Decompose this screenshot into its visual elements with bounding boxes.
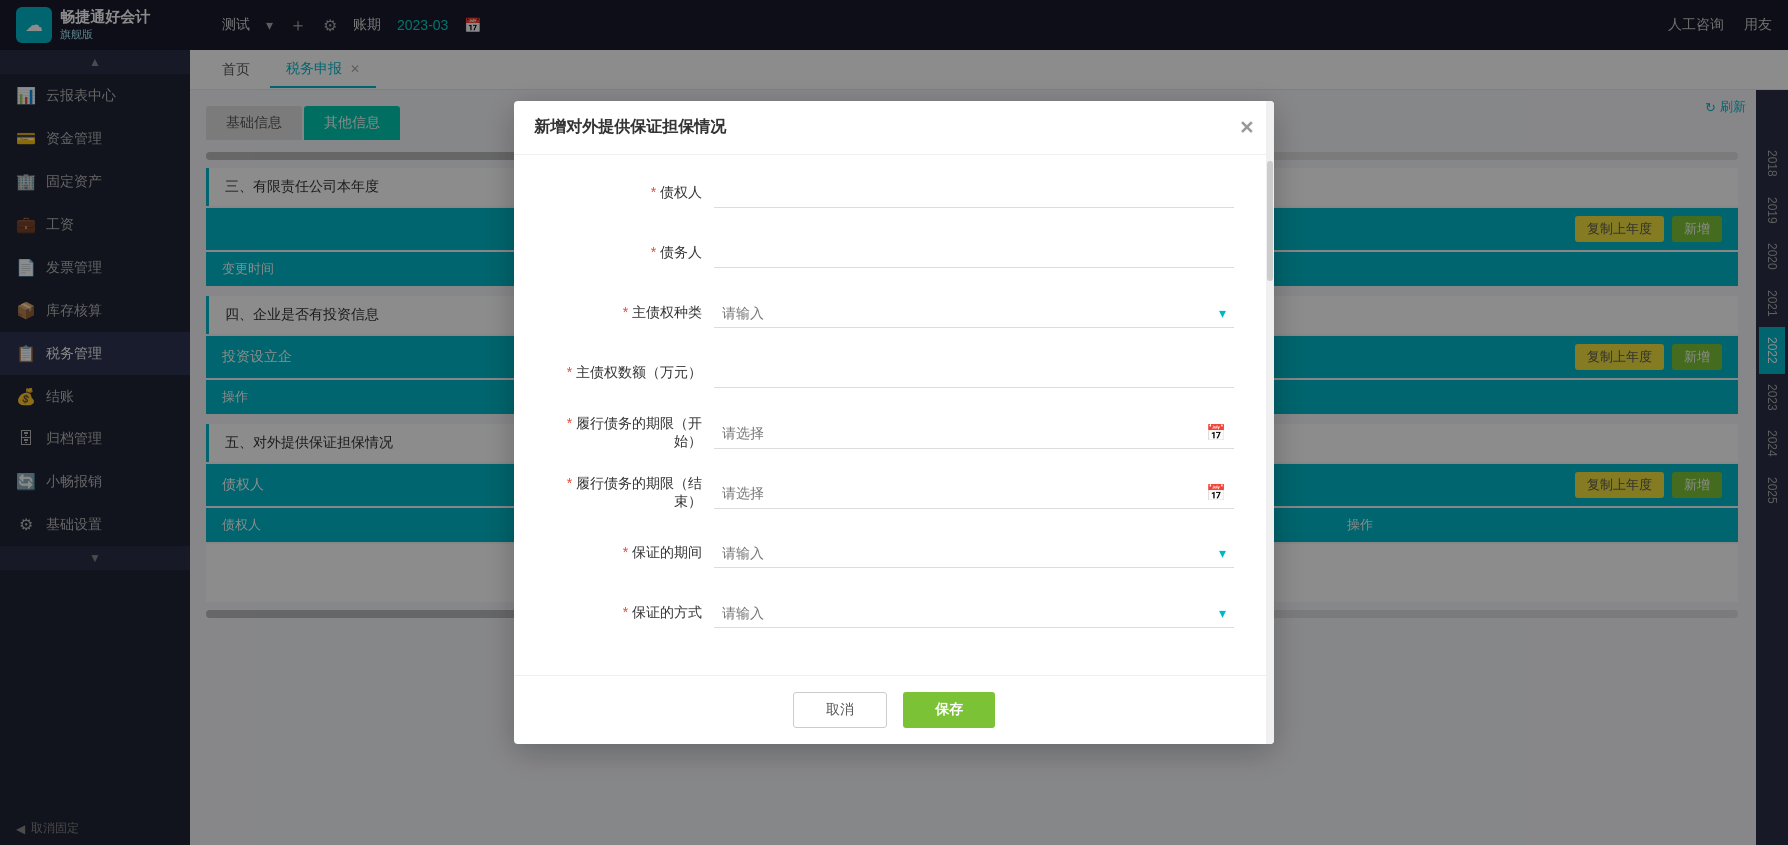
dialog-scrollbar[interactable] <box>1266 101 1274 744</box>
form-row-period-end: * 履行债务的期限（结束） 📅 <box>554 475 1234 511</box>
dialog-scrollbar-thumb <box>1267 161 1273 281</box>
label-debt-type: * 主债权种类 <box>554 304 714 322</box>
required-debt-type: * <box>623 304 628 320</box>
label-creditor: * 债权人 <box>554 184 714 202</box>
select-input-debt-type[interactable] <box>722 305 1219 321</box>
chevron-down-icon-guarantee-period[interactable]: ▾ <box>1219 545 1226 561</box>
date-wrap-period-end: 📅 <box>714 477 1234 509</box>
label-text-period-start: 履行债务的期限（开始） <box>576 415 702 449</box>
save-button[interactable]: 保存 <box>903 692 995 728</box>
dialog-header: 新增对外提供保证担保情况 ✕ <box>514 101 1274 155</box>
label-text-debt-amount: 主债权数额（万元） <box>576 364 702 380</box>
input-debt-amount[interactable] <box>714 359 1234 388</box>
form-row-debt-amount: * 主债权数额（万元） <box>554 355 1234 391</box>
label-period-start: * 履行债务的期限（开始） <box>554 415 714 451</box>
select-input-guarantee-method[interactable] <box>722 605 1219 621</box>
required-guarantee-method: * <box>623 604 628 620</box>
form-row-debt-type: * 主债权种类 ▾ <box>554 295 1234 331</box>
date-wrap-period-start: 📅 <box>714 417 1234 449</box>
date-input-period-start[interactable] <box>722 425 1206 441</box>
form-row-creditor: * 债权人 <box>554 175 1234 211</box>
select-wrap-guarantee-period: ▾ <box>714 539 1234 568</box>
form-row-debtor: * 债务人 <box>554 235 1234 271</box>
form-row-guarantee-period: * 保证的期间 ▾ <box>554 535 1234 571</box>
label-guarantee-period: * 保证的期间 <box>554 544 714 562</box>
form-row-period-start: * 履行债务的期限（开始） 📅 <box>554 415 1234 451</box>
required-guarantee-period: * <box>623 544 628 560</box>
calendar-icon-period-end[interactable]: 📅 <box>1206 483 1226 502</box>
select-input-guarantee-period[interactable] <box>722 545 1219 561</box>
required-creditor: * <box>651 184 656 200</box>
chevron-down-icon-guarantee-method[interactable]: ▾ <box>1219 605 1226 621</box>
label-text-period-end: 履行债务的期限（结束） <box>576 475 702 509</box>
required-period-end: * <box>567 475 572 491</box>
chevron-down-icon-debt-type[interactable]: ▾ <box>1219 305 1226 321</box>
required-debtor: * <box>651 244 656 260</box>
cancel-button[interactable]: 取消 <box>793 692 887 728</box>
calendar-icon-period-start[interactable]: 📅 <box>1206 423 1226 442</box>
label-guarantee-method: * 保证的方式 <box>554 604 714 622</box>
dialog-body: * 债权人 * 债务人 * 主债权种类 <box>514 155 1274 675</box>
input-creditor[interactable] <box>714 179 1234 208</box>
required-debt-amount: * <box>567 364 572 380</box>
dialog-footer: 取消 保存 <box>514 675 1274 744</box>
label-text-guarantee-period: 保证的期间 <box>632 544 702 560</box>
label-period-end: * 履行债务的期限（结束） <box>554 475 714 511</box>
label-debtor: * 债务人 <box>554 244 714 262</box>
label-text-creditor: 债权人 <box>660 184 702 200</box>
dialog-close-button[interactable]: ✕ <box>1239 119 1254 137</box>
label-text-debtor: 债务人 <box>660 244 702 260</box>
date-input-period-end[interactable] <box>722 485 1206 501</box>
input-debtor[interactable] <box>714 239 1234 268</box>
label-debt-amount: * 主债权数额（万元） <box>554 364 714 382</box>
dialog: 新增对外提供保证担保情况 ✕ * 债权人 * 债务人 <box>514 101 1274 744</box>
select-wrap-debt-type: ▾ <box>714 299 1234 328</box>
required-period-start: * <box>567 415 572 431</box>
dialog-overlay[interactable]: 新增对外提供保证担保情况 ✕ * 债权人 * 债务人 <box>0 0 1788 845</box>
label-text-guarantee-method: 保证的方式 <box>632 604 702 620</box>
dialog-title: 新增对外提供保证担保情况 <box>534 117 726 138</box>
select-wrap-guarantee-method: ▾ <box>714 599 1234 628</box>
form-row-guarantee-method: * 保证的方式 ▾ <box>554 595 1234 631</box>
label-text-debt-type: 主债权种类 <box>632 304 702 320</box>
